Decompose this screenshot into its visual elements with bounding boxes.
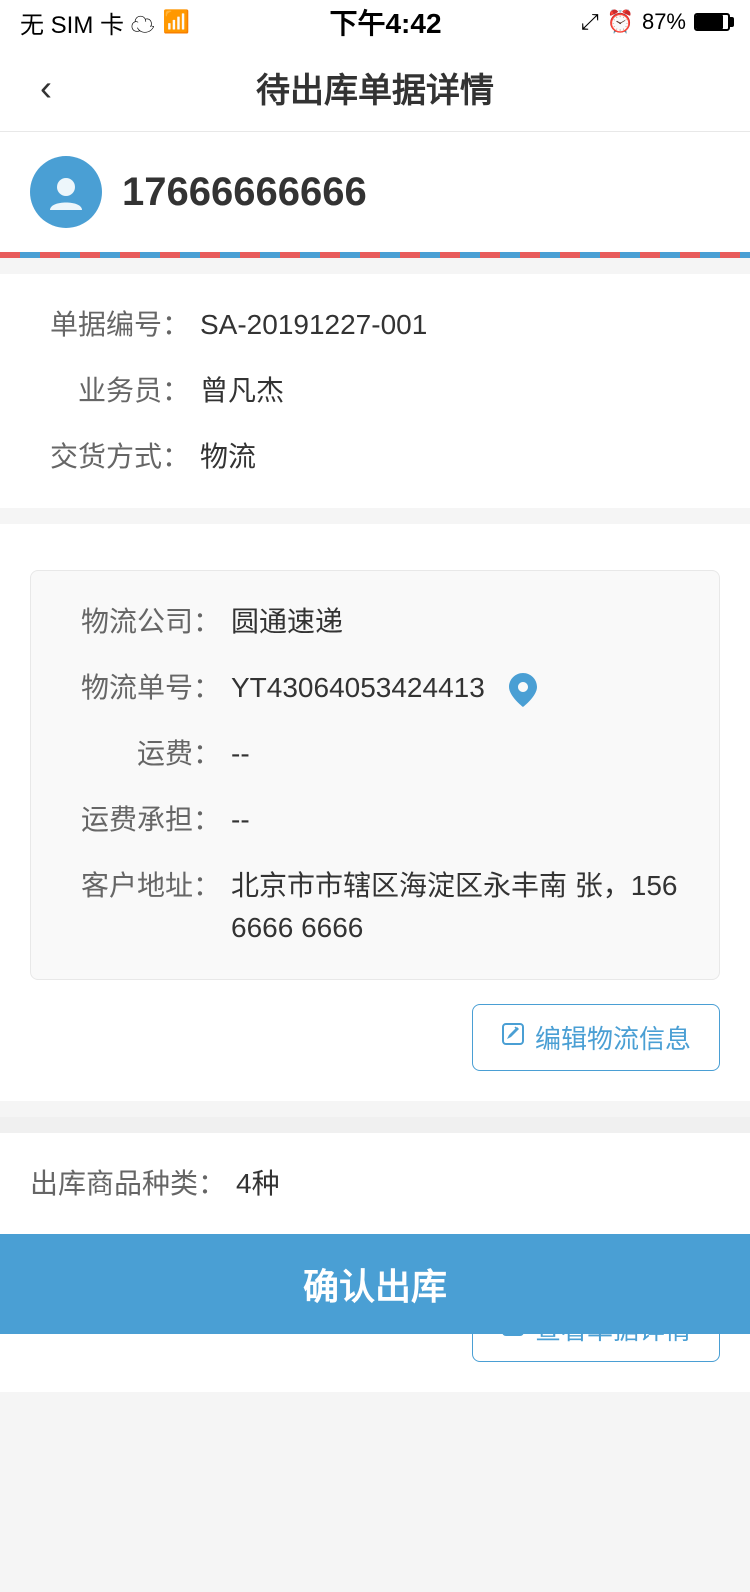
freight-bearer-label: 运费承担： [61,799,221,841]
logistics-company-value: 圆通速递 [231,601,689,643]
salesperson-value: 曾凡杰 [200,370,720,412]
freight-row: 运费： -- [61,733,689,775]
confirm-bar[interactable]: 确认出库 [0,1234,750,1334]
nav-bar: ‹ 待出库单据详情 [0,44,750,132]
salesperson-label: 业务员： [30,370,190,412]
tracking-no-value: YT43064053424413 [231,667,689,709]
logistics-company-row: 物流公司： 圆通速递 [61,601,689,643]
freight-label: 运费： [61,733,221,775]
sim-text: 无 SIM 卡 ☁ [20,5,155,40]
address-row: 客户地址： 北京市市辖区海淀区永丰南 张，156 6666 6666 [61,865,689,949]
freight-bearer-value: -- [231,799,689,841]
section-separator [0,1117,750,1133]
avatar [30,156,102,228]
location-status-icon: ⤢ [581,9,599,35]
logistics-card: 物流公司： 圆通速递 物流单号： YT43064053424413 运费： --… [30,570,720,980]
delivery-method-value: 物流 [200,436,720,478]
goods-types-row: 出库商品种类： 4种 [30,1163,720,1205]
status-bar: 无 SIM 卡 ☁ 📶 下午4:42 ⤢ ⏰ 87% [0,0,750,44]
customer-header: 17666666666 [0,132,750,252]
tracking-no-row: 物流单号： YT43064053424413 [61,667,689,709]
wifi-icon: 📶 [163,9,190,35]
order-no-label: 单据编号： [30,304,190,346]
freight-value: -- [231,733,689,775]
dashed-divider [0,252,750,258]
address-label: 客户地址： [61,865,221,907]
customer-phone: 17666666666 [122,170,367,215]
logistics-section: 物流公司： 圆通速递 物流单号： YT43064053424413 运费： --… [0,524,750,1101]
salesperson-row: 业务员： 曾凡杰 [30,370,720,412]
back-button[interactable]: ‹ [30,57,62,119]
basic-info-section: 单据编号： SA-20191227-001 业务员： 曾凡杰 交货方式： 物流 [0,274,750,508]
confirm-button-label: 确认出库 [303,1258,447,1310]
tracking-no-label: 物流单号： [61,667,221,709]
logistics-company-label: 物流公司： [61,601,221,643]
order-no-row: 单据编号： SA-20191227-001 [30,304,720,346]
goods-types-label: 出库商品种类： [30,1163,226,1205]
address-value: 北京市市辖区海淀区永丰南 张，156 6666 6666 [231,865,689,949]
battery-text: 87% [642,9,686,35]
page-title: 待出库单据详情 [256,63,494,112]
delivery-method-row: 交货方式： 物流 [30,436,720,478]
delivery-method-label: 交货方式： [30,436,190,478]
status-time: 下午4:42 [329,2,441,42]
edit-logistics-label: 编辑物流信息 [535,1019,691,1056]
goods-types-value: 4种 [236,1163,720,1205]
location-icon[interactable] [509,673,537,707]
status-left: 无 SIM 卡 ☁ 📶 [20,5,190,40]
freight-bearer-row: 运费承担： -- [61,799,689,841]
status-right: ⤢ ⏰ 87% [581,9,730,35]
bottom-area [0,1392,750,1592]
edit-logistics-button[interactable]: 编辑物流信息 [472,1004,720,1071]
edit-btn-container: 编辑物流信息 [30,1004,720,1071]
alarm-icon: ⏰ [607,9,634,35]
battery-icon [694,13,730,31]
order-no-value: SA-20191227-001 [200,304,720,346]
edit-icon [501,1022,525,1053]
